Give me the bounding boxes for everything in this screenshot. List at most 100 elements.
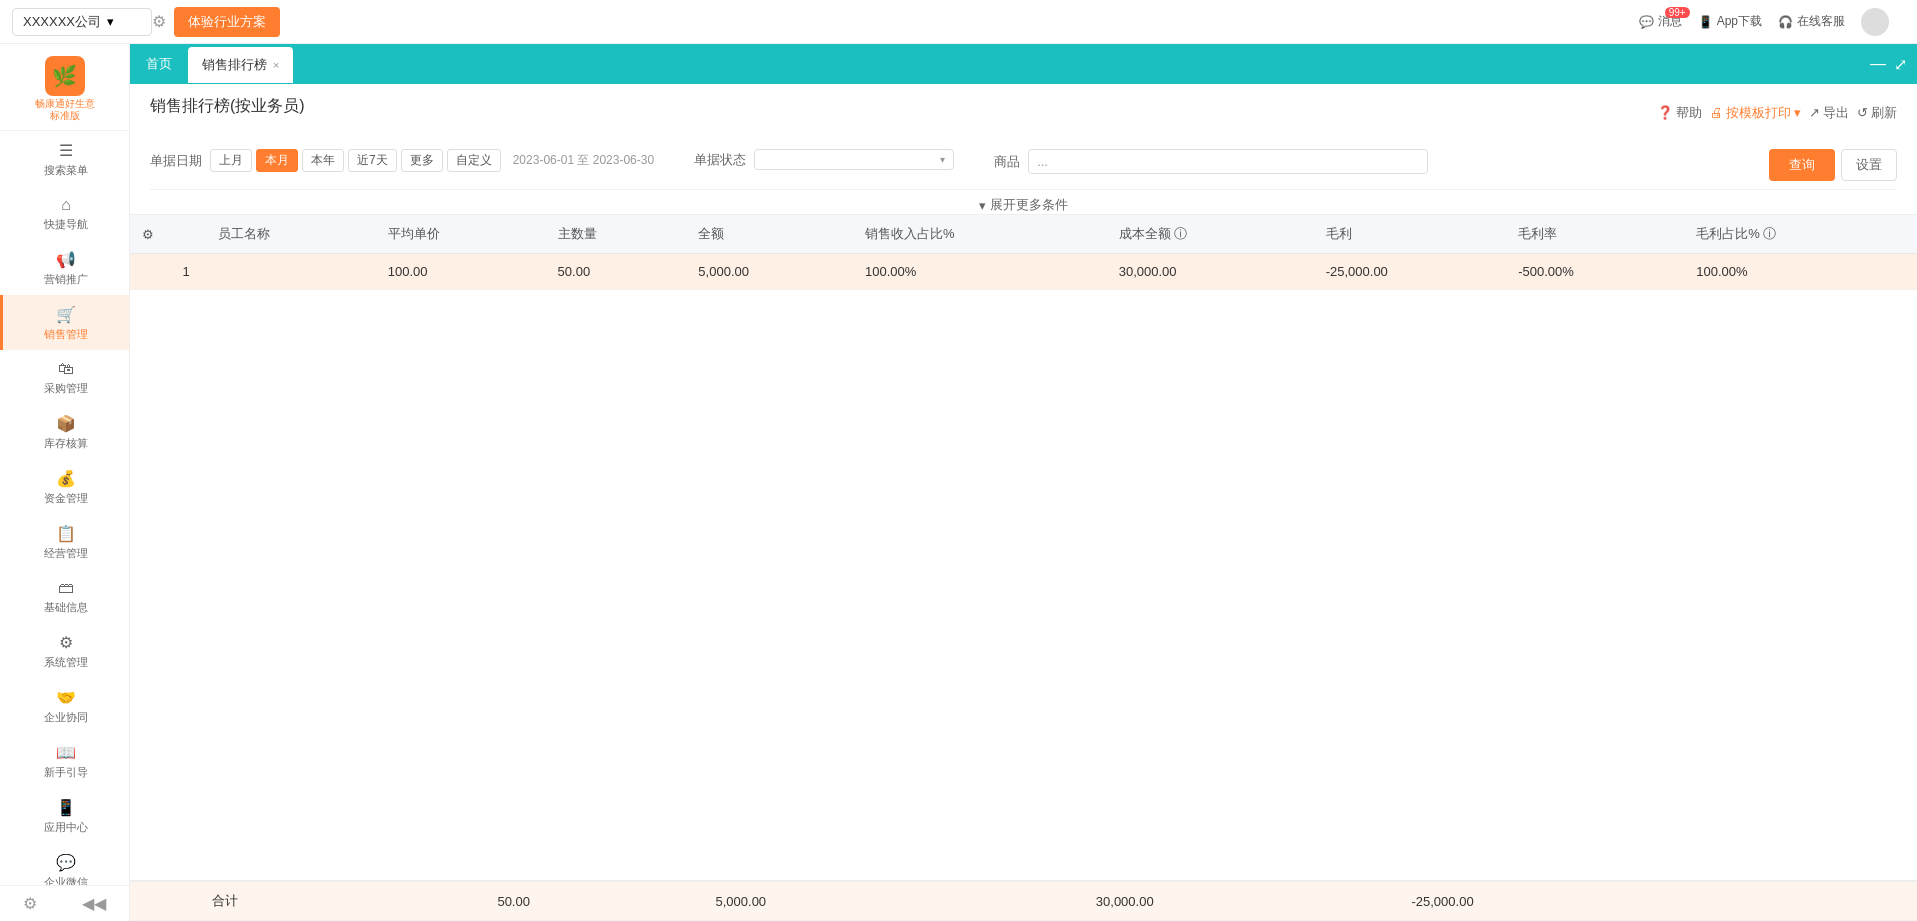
sidebar-item-marketing[interactable]: 📢 营销推广: [0, 240, 129, 295]
sidebar-item-newbie[interactable]: 📖 新手引导: [0, 733, 129, 788]
headset-icon: 🎧: [1778, 15, 1793, 29]
status-filter-label: 单据状态: [694, 151, 746, 169]
export-button[interactable]: ↗ 导出: [1809, 104, 1849, 122]
goods-select[interactable]: ...: [1028, 149, 1428, 174]
tab-sales-ranking[interactable]: 销售排行榜 ×: [188, 47, 293, 83]
sidebar-item-sales[interactable]: 🛒 销售管理: [0, 295, 129, 350]
sidebar-logo: 🌿 畅康通好生意标准版: [0, 44, 129, 131]
row-amount: 5,000.00: [686, 254, 853, 290]
date-btn-this-year[interactable]: 本年: [302, 149, 344, 172]
sidebar-item-label: 销售管理: [44, 327, 88, 342]
summary-label: 合计: [200, 882, 393, 921]
row-avg-price: 100.00: [376, 254, 546, 290]
tab-home[interactable]: 首页: [130, 44, 188, 84]
sidebar-item-label: 采购管理: [44, 381, 88, 396]
date-filter-group: 单据日期 上月 本月 本年 近7天 更多 自定义 2023-06-01 至 20…: [150, 149, 654, 172]
company-selector[interactable]: XXXXXX公司 ▾: [12, 8, 152, 36]
content-area: 首页 销售排行榜 × — ⤢ 销售排行榜(按业务员): [130, 44, 1917, 921]
online-service-button[interactable]: 🎧 在线客服: [1778, 13, 1845, 30]
sidebar-item-apps[interactable]: 📱 应用中心: [0, 788, 129, 843]
inventory-icon: 📦: [56, 414, 76, 433]
basic-icon: 🗃: [58, 579, 74, 597]
help-button[interactable]: ❓ 帮助: [1657, 104, 1702, 122]
help-icon: ❓: [1657, 105, 1673, 120]
refresh-button[interactable]: ↺ 刷新: [1857, 104, 1897, 122]
sidebar-item-purchase[interactable]: 🛍 采购管理: [0, 350, 129, 404]
col-header-rank: [166, 215, 206, 254]
sidebar-item-label: 搜索菜单: [44, 163, 88, 178]
tab-close-icon[interactable]: ×: [273, 59, 279, 71]
summary-gross-rate: [1732, 882, 1825, 921]
page-content: 销售排行榜(按业务员) ❓ 帮助 🖨 按模板打印 ▾ ↗: [130, 84, 1917, 921]
summary-empty-2: [160, 882, 200, 921]
summary-cost: 30,000.00: [1084, 882, 1400, 921]
app-download-button[interactable]: 📱 App下载: [1698, 13, 1762, 30]
date-btn-7days[interactable]: 近7天: [348, 149, 397, 172]
logo-icon: 🌿: [45, 56, 85, 96]
sidebar-settings-icon[interactable]: ⚙: [23, 894, 37, 913]
message-button[interactable]: 💬 消息 99+: [1639, 13, 1682, 30]
date-btn-more[interactable]: 更多: [401, 149, 443, 172]
data-table: ⚙ 员工名称 平均单价 主数量 全额 销售收入占比% 成本全额 ⓘ 毛利: [130, 215, 1917, 290]
filter-section: 单据日期 上月 本月 本年 近7天 更多 自定义 2023-06-01 至 20…: [130, 139, 1917, 215]
expand-more-btn[interactable]: ▾ 展开更多条件: [150, 189, 1897, 214]
home-icon: ⌂: [61, 196, 71, 214]
sidebar-item-basic[interactable]: 🗃 基础信息: [0, 569, 129, 623]
goods-dots: ...: [1037, 154, 1419, 169]
query-button[interactable]: 查询: [1769, 149, 1835, 181]
sidebar-item-operation[interactable]: 📋 经营管理: [0, 514, 129, 569]
sidebar: 🌿 畅康通好生意标准版 ☰ 搜索菜单 ⌂ 快捷导航 📢 营销推广 🛒: [0, 44, 130, 921]
sidebar-item-label: 快捷导航: [44, 217, 88, 232]
filter-row: 单据日期 上月 本月 本年 近7天 更多 自定义 2023-06-01 至 20…: [150, 149, 1897, 181]
date-btn-custom[interactable]: 自定义: [447, 149, 501, 172]
corp-icon: 🤝: [56, 688, 76, 707]
table-wrapper: ⚙ 员工名称 平均单价 主数量 全额 销售收入占比% 成本全额 ⓘ 毛利: [130, 215, 1917, 921]
sidebar-item-weixin[interactable]: 💬 企业微信: [0, 843, 129, 885]
row-name: [206, 254, 376, 290]
col-header-avg-price: 平均单价: [376, 215, 546, 254]
chevron-down-icon: ▾: [979, 198, 986, 213]
sidebar-bottom: ⚙ ◀◀: [0, 885, 129, 921]
status-select[interactable]: ▾: [754, 149, 954, 170]
search-icon: ☰: [59, 141, 73, 160]
sidebar-item-label: 经营管理: [44, 546, 88, 561]
row-quantity: 50.00: [546, 254, 687, 290]
finance-icon: 💰: [56, 469, 76, 488]
sidebar-item-finance[interactable]: 💰 资金管理: [0, 459, 129, 514]
avatar[interactable]: [1861, 8, 1889, 36]
message-icon: 💬: [1639, 15, 1654, 29]
sidebar-item-inventory[interactable]: 📦 库存核算: [0, 404, 129, 459]
date-btn-this-month[interactable]: 本月: [256, 149, 298, 172]
col-header-name: 员工名称: [206, 215, 376, 254]
date-btn-last-month[interactable]: 上月: [210, 149, 252, 172]
summary-gross: -25,000.00: [1399, 882, 1731, 921]
page-header: 销售排行榜(按业务员) ❓ 帮助 🖨 按模板打印 ▾ ↗: [130, 84, 1917, 139]
print-button[interactable]: 🖨 按模板打印 ▾: [1710, 104, 1801, 122]
trial-button[interactable]: 体验行业方案: [174, 7, 280, 37]
date-range-text: 2023-06-01 至 2023-06-30: [513, 152, 654, 169]
settings-icon[interactable]: ⚙: [152, 12, 166, 31]
logo-text: 畅康通好生意标准版: [35, 98, 95, 122]
col-header-settings[interactable]: ⚙: [130, 215, 166, 254]
maximize-icon[interactable]: ⤢: [1894, 55, 1907, 74]
sidebar-item-search[interactable]: ☰ 搜索菜单: [0, 131, 129, 186]
date-filter-label: 单据日期: [150, 152, 202, 170]
top-right-icons: 💬 消息 99+ 📱 App下载 🎧 在线客服: [1639, 8, 1905, 36]
row-gross-rate: -500.00%: [1506, 254, 1684, 290]
sidebar-collapse-icon[interactable]: ◀◀: [82, 894, 106, 913]
status-select-arrow: ▾: [940, 154, 945, 165]
settings-button[interactable]: 设置: [1841, 149, 1897, 181]
table-container: ⚙ 员工名称 平均单价 主数量 全额 销售收入占比% 成本全额 ⓘ 毛利: [130, 215, 1917, 880]
row-sales-pct: 100.00%: [853, 254, 1107, 290]
sidebar-item-shortcut[interactable]: ⌂ 快捷导航: [0, 186, 129, 240]
minimize-icon[interactable]: —: [1870, 55, 1886, 73]
sidebar-item-label: 营销推广: [44, 272, 88, 287]
goods-filter-group: 商品 ...: [994, 149, 1428, 174]
system-icon: ⚙: [59, 633, 73, 652]
refresh-icon: ↺: [1857, 105, 1868, 120]
tab-home-label: 首页: [146, 55, 172, 73]
sidebar-item-system[interactable]: ⚙ 系统管理: [0, 623, 129, 678]
marketing-icon: 📢: [56, 250, 76, 269]
sidebar-item-label: 资金管理: [44, 491, 88, 506]
sidebar-item-corp[interactable]: 🤝 企业协同: [0, 678, 129, 733]
